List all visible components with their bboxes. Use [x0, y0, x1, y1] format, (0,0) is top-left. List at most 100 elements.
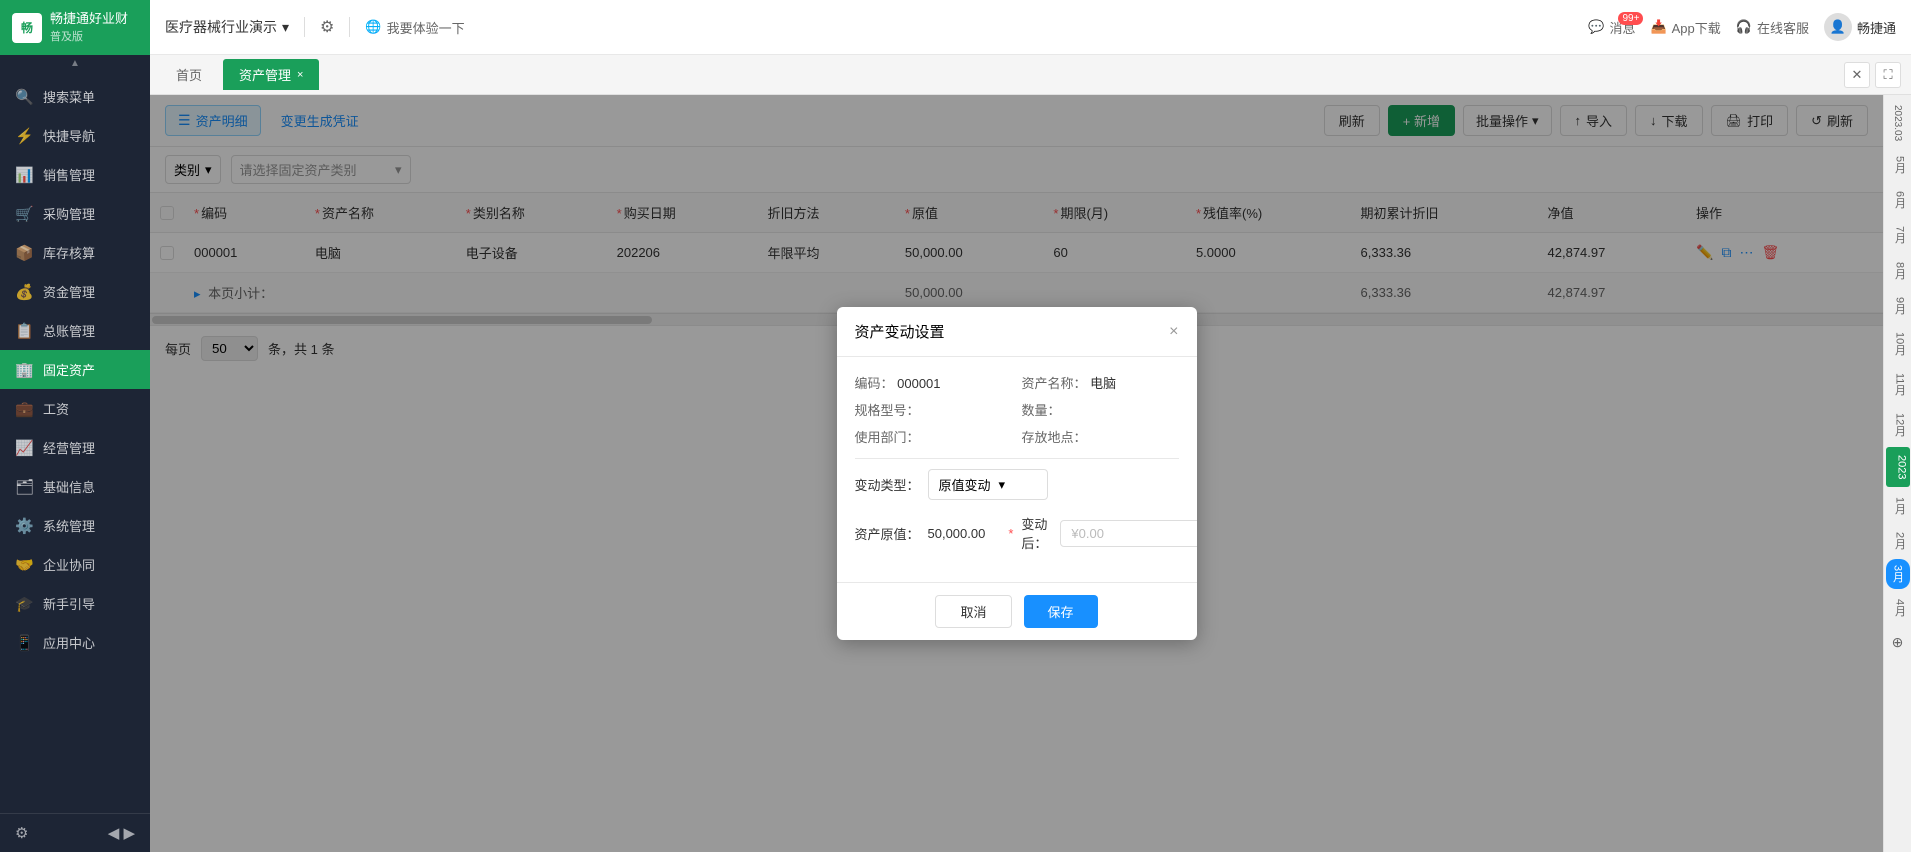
right-sidebar-item-8[interactable]: 8月	[1886, 254, 1910, 287]
content-area: ☰ 资产明细 变更生成凭证 刷新 + 新增 批量操作 ▾ ↑ 导入	[150, 95, 1911, 852]
sidebar-item-appstore-label: 应用中心	[43, 633, 95, 652]
sidebar-item-guide[interactable]: 🎓 新手引导	[0, 584, 150, 623]
tab-home[interactable]: 首页	[160, 59, 218, 90]
save-button[interactable]: 保存	[1024, 595, 1098, 628]
online-service-button[interactable]: 🎧 在线客服	[1736, 18, 1809, 37]
sidebar-header: 畅 畅捷通好业财 普及版	[0, 0, 150, 55]
modal-body: 编码： 000001 资产名称： 电脑 规格型号：	[837, 357, 1197, 582]
modal-department: 使用部门：	[855, 427, 1012, 446]
operations-icon: 📈	[15, 439, 33, 457]
after-change-input[interactable]	[1060, 520, 1196, 547]
online-service-label: 在线客服	[1757, 18, 1809, 37]
sidebar-item-system-label: 系统管理	[43, 516, 95, 535]
tabbar: 首页 资产管理 × ✕ ⛶	[150, 55, 1911, 95]
asset-change-modal: 资产变动设置 × 编码： 000001 资产名称： 电脑	[837, 307, 1197, 640]
required-mark: *	[1008, 526, 1013, 541]
messages-badge: 99+	[1618, 12, 1643, 25]
modal-spec-label: 规格型号：	[855, 403, 920, 418]
app-download-label: App下载	[1672, 18, 1721, 37]
modal-change-type-label: 变动类型：	[855, 475, 920, 494]
right-sidebar-date: 2023.03	[1890, 100, 1905, 146]
right-sidebar-item-9[interactable]: 9月	[1886, 289, 1910, 322]
app-title: 畅捷通好业财	[50, 11, 128, 28]
sidebar-item-base-label: 基础信息	[43, 477, 95, 496]
tab-close-button[interactable]: ✕	[1844, 62, 1870, 88]
enterprise-icon: 🤝	[15, 556, 33, 574]
sidebar-item-purchase-label: 采购管理	[43, 204, 95, 223]
right-sidebar-item-10[interactable]: 10月	[1886, 324, 1910, 363]
modal-original-value-value: 50,000.00	[928, 526, 986, 541]
sidebar-item-appstore[interactable]: 📱 应用中心	[0, 623, 150, 662]
sidebar-item-sales-label: 销售管理	[43, 165, 95, 184]
sidebar-item-finance[interactable]: 💰 资金管理	[0, 272, 150, 311]
sidebar-item-assets[interactable]: 🏢 固定资产	[0, 350, 150, 389]
tab-home-label: 首页	[176, 65, 202, 84]
sidebar-item-enterprise-label: 企业协同	[43, 555, 95, 574]
modal-asset-name-value: 电脑	[1090, 376, 1116, 391]
right-sidebar-item-2[interactable]: 2月	[1886, 524, 1910, 557]
sidebar-item-guide-label: 新手引导	[43, 594, 95, 613]
user-menu[interactable]: 👤 畅捷通	[1824, 13, 1896, 41]
sidebar-item-search[interactable]: 🔍 搜索菜单	[0, 77, 150, 116]
modal-change-type-select[interactable]: 原值变动 ▾	[928, 469, 1048, 500]
right-sidebar-expand[interactable]: ⊕	[1886, 626, 1910, 659]
right-sidebar-item-7[interactable]: 7月	[1886, 218, 1910, 251]
topbar-divider-1	[304, 17, 305, 37]
sidebar-item-base[interactable]: 🗂 基础信息	[0, 467, 150, 506]
sidebar-item-inventory[interactable]: 📦 库存核算	[0, 233, 150, 272]
right-sidebar-item-12[interactable]: 12月	[1886, 405, 1910, 444]
right-sidebar-item-6[interactable]: 6月	[1886, 183, 1910, 216]
payroll-icon: 💼	[15, 400, 33, 418]
sidebar-item-purchase[interactable]: 🛒 采购管理	[0, 194, 150, 233]
sidebar-item-quicknav[interactable]: ⚡ 快捷导航	[0, 116, 150, 155]
sidebar-footer: ⚙ ◀ ▶	[0, 813, 150, 852]
finance-icon: 💰	[15, 283, 33, 301]
modal-location: 存放地点：	[1022, 427, 1179, 446]
right-sidebar-item-11[interactable]: 11月	[1886, 365, 1910, 403]
tab-asset-management[interactable]: 资产管理 ×	[223, 59, 319, 90]
modal-asset-name-label: 资产名称：	[1022, 376, 1087, 391]
sidebar-item-inventory-label: 库存核算	[43, 243, 95, 262]
sidebar-item-system[interactable]: ⚙️ 系统管理	[0, 506, 150, 545]
base-icon: 🗂	[15, 478, 33, 496]
right-sidebar: 2023.03 5月 6月 7月 8月 9月 10月 11月 12月 2023 …	[1883, 95, 1911, 852]
sidebar-item-ledger[interactable]: 📋 总账管理	[0, 311, 150, 350]
ledger-icon: 📋	[15, 322, 33, 340]
right-sidebar-item-3[interactable]: 3月	[1886, 559, 1910, 588]
messages-button[interactable]: 💬 消息 99+	[1588, 18, 1635, 37]
cancel-button[interactable]: 取消	[935, 595, 1011, 628]
sidebar-item-sales[interactable]: 📊 销售管理	[0, 155, 150, 194]
experience-button[interactable]: 🌐 我要体验一下	[365, 18, 464, 37]
sidebar-item-payroll[interactable]: 💼 工资	[0, 389, 150, 428]
sidebar-item-operations[interactable]: 📈 经营管理	[0, 428, 150, 467]
message-icon: 💬	[1588, 19, 1604, 35]
avatar-icon: 👤	[1830, 19, 1846, 35]
tab-asset-label: 资产管理	[239, 65, 291, 84]
tab-expand-button[interactable]: ⛶	[1875, 62, 1901, 88]
sidebar-item-enterprise[interactable]: 🤝 企业协同	[0, 545, 150, 584]
collapse-icon[interactable]: ◀ ▶	[108, 824, 135, 842]
right-sidebar-item-5[interactable]: 5月	[1886, 148, 1910, 181]
modal-close-icon[interactable]: ×	[1169, 323, 1178, 341]
modal-original-value-field: 资产原值： 50,000.00 * 变动后：	[855, 514, 1179, 552]
modal-original-value-label: 资产原值：	[855, 524, 920, 543]
tab-close-icon[interactable]: ×	[297, 69, 303, 81]
modal-divider	[855, 458, 1179, 459]
company-selector[interactable]: 医疗器械行业演示 ▾	[165, 17, 289, 37]
right-sidebar-item-1[interactable]: 1月	[1886, 489, 1910, 522]
app-download-button[interactable]: 📥 App下载	[1650, 18, 1720, 37]
sidebar-item-assets-label: 固定资产	[43, 360, 95, 379]
sidebar-scroll-up[interactable]: ▲	[0, 55, 150, 72]
content-main: ☰ 资产明细 变更生成凭证 刷新 + 新增 批量操作 ▾ ↑ 导入	[150, 95, 1883, 852]
purchase-icon: 🛒	[15, 205, 33, 223]
tabbar-right: ✕ ⛶	[1844, 62, 1901, 88]
experience-label: 我要体验一下	[387, 18, 465, 37]
app-title-group: 畅捷通好业财 普及版	[50, 11, 128, 44]
modal-change-type-value: 原值变动	[939, 475, 991, 494]
right-sidebar-item-4[interactable]: 4月	[1886, 591, 1910, 624]
settings-button[interactable]: ⚙	[320, 17, 334, 37]
right-sidebar-year[interactable]: 2023	[1886, 447, 1910, 487]
assets-icon: 🏢	[15, 361, 33, 379]
settings-icon[interactable]: ⚙	[15, 824, 28, 842]
topbar-divider-2	[349, 17, 350, 37]
